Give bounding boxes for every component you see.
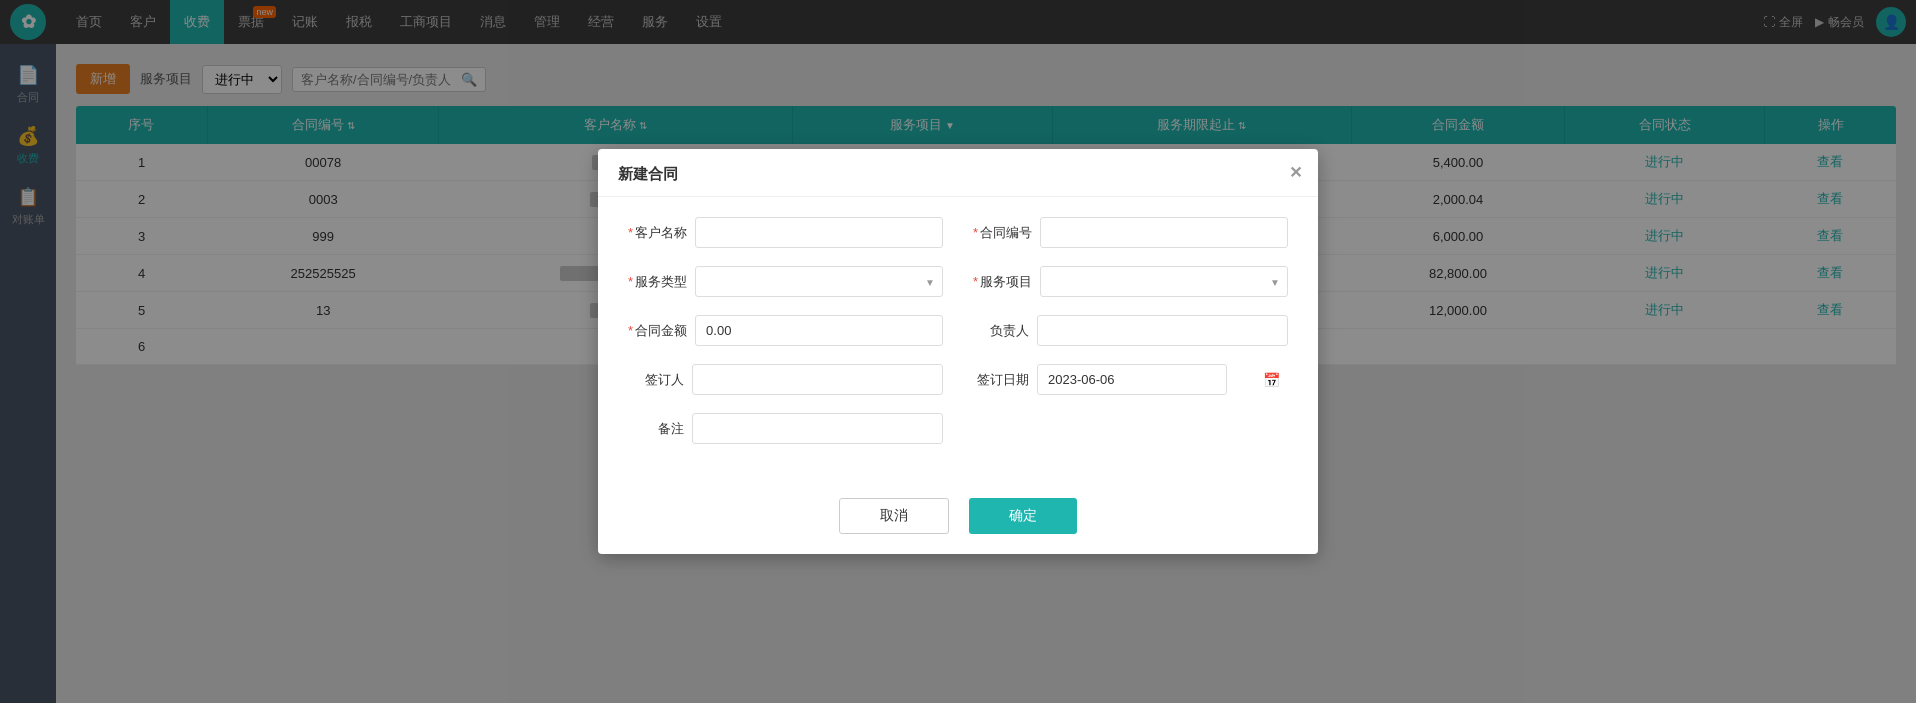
sign-date-label: 签订日期 <box>973 371 1029 389</box>
field-signer: 签订人 <box>628 364 943 395</box>
new-contract-modal: 新建合同 ✕ *客户名称 *合同编号 <box>598 149 1318 554</box>
modal-footer: 取消 确定 <box>598 482 1318 554</box>
signer-input[interactable] <box>692 364 943 395</box>
modal-close-button[interactable]: ✕ <box>1289 163 1302 182</box>
sign-date-input[interactable] <box>1037 364 1227 395</box>
amount-label: *合同金额 <box>628 322 687 340</box>
field-service-item: *服务项目 ▼ <box>973 266 1288 297</box>
amount-input[interactable] <box>695 315 943 346</box>
date-input-wrapper: 📅 <box>1037 364 1288 395</box>
field-contract-no: *合同编号 <box>973 217 1288 248</box>
required-star: * <box>628 323 633 338</box>
contract-no-input[interactable] <box>1040 217 1288 248</box>
form-row-4: 签订人 签订日期 📅 <box>628 364 1288 395</box>
modal-overlay: 新建合同 ✕ *客户名称 *合同编号 <box>56 44 1916 703</box>
required-star: * <box>973 274 978 289</box>
service-type-wrapper: ▼ <box>695 266 943 297</box>
content-area: 新增 服务项目 进行中 已完成 已终止 🔍 序号 合同编号⇅ 客户名称⇅ <box>56 44 1916 703</box>
service-item-wrapper: ▼ <box>1040 266 1288 297</box>
service-type-label: *服务类型 <box>628 273 687 291</box>
form-row-5: 备注 <box>628 413 1288 444</box>
cancel-button[interactable]: 取消 <box>839 498 949 534</box>
modal-header: 新建合同 ✕ <box>598 149 1318 197</box>
main-layout: 📄 合同 💰 收费 📋 对账单 新增 服务项目 进行中 已完成 已终止 🔍 <box>0 44 1916 703</box>
remark-label: 备注 <box>628 420 684 438</box>
required-star: * <box>628 225 633 240</box>
form-row-1: *客户名称 *合同编号 <box>628 217 1288 248</box>
field-customer: *客户名称 <box>628 217 943 248</box>
required-star: * <box>973 225 978 240</box>
modal-body: *客户名称 *合同编号 <box>598 197 1318 482</box>
service-item-select[interactable] <box>1040 266 1288 297</box>
responsible-input[interactable] <box>1037 315 1288 346</box>
confirm-button[interactable]: 确定 <box>969 498 1077 534</box>
form-row-3: *合同金额 负责人 <box>628 315 1288 346</box>
customer-input[interactable] <box>695 217 943 248</box>
form-row-2: *服务类型 ▼ *服务项目 <box>628 266 1288 297</box>
modal-title: 新建合同 <box>618 165 678 182</box>
field-sign-date: 签订日期 📅 <box>973 364 1288 395</box>
required-star: * <box>628 274 633 289</box>
signer-label: 签订人 <box>628 371 684 389</box>
responsible-label: 负责人 <box>973 322 1029 340</box>
contract-no-label: *合同编号 <box>973 224 1032 242</box>
customer-label: *客户名称 <box>628 224 687 242</box>
field-responsible: 负责人 <box>973 315 1288 346</box>
calendar-icon: 📅 <box>1263 372 1280 388</box>
service-type-select[interactable] <box>695 266 943 297</box>
remark-input[interactable] <box>692 413 943 444</box>
service-item-label: *服务项目 <box>973 273 1032 291</box>
field-service-type: *服务类型 ▼ <box>628 266 943 297</box>
field-amount: *合同金额 <box>628 315 943 346</box>
field-remark: 备注 <box>628 413 943 444</box>
